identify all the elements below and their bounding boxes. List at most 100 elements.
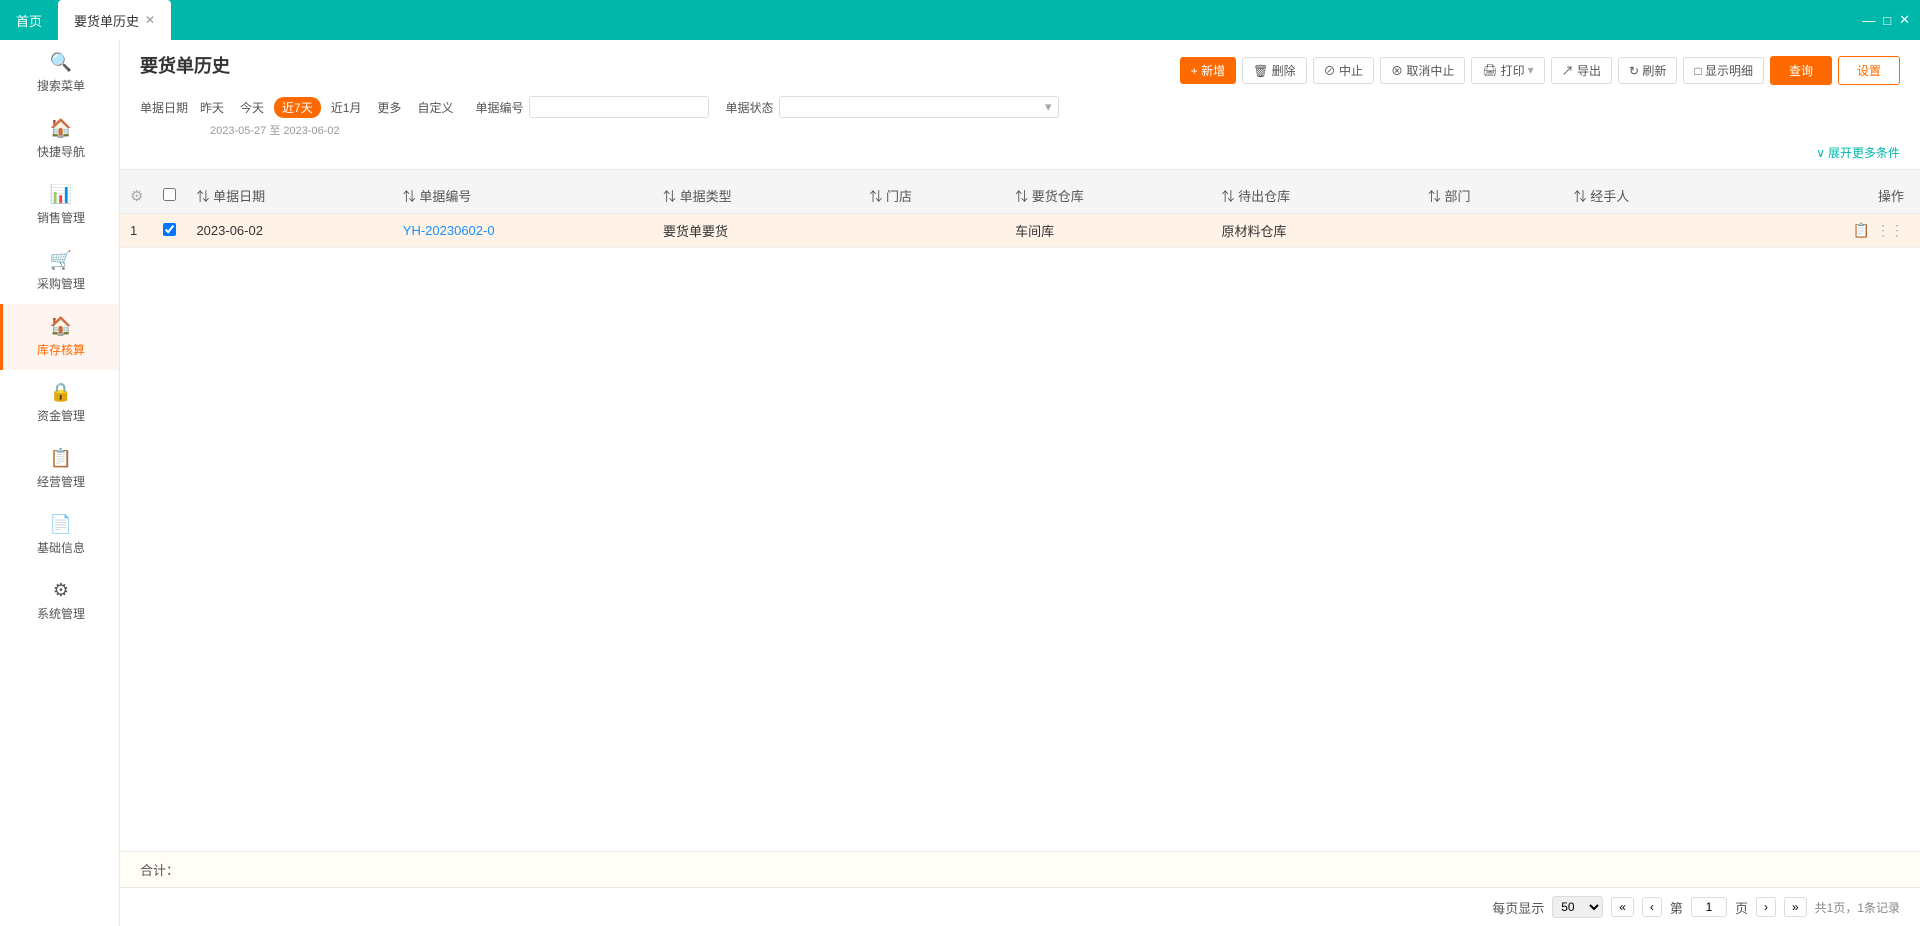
minimize-icon[interactable]: — bbox=[1862, 13, 1875, 28]
sidebar-item-system-mgmt-label: 系统管理 bbox=[37, 605, 85, 622]
sidebar-item-system-mgmt[interactable]: ⚙ 系统管理 bbox=[0, 568, 119, 634]
row-index: 1 bbox=[120, 214, 153, 248]
row-handler bbox=[1564, 214, 1740, 248]
settings-button[interactable]: 设置 bbox=[1838, 56, 1900, 85]
print-button[interactable]: 🖨 查询 打印 ▾ bbox=[1471, 57, 1544, 84]
sidebar-item-finance-mgmt[interactable]: 🔒 资金管理 bbox=[0, 370, 119, 436]
col-bill-no-label: ⇅ 单据编号 bbox=[403, 189, 472, 204]
col-date-label: ⇅ 单据日期 bbox=[196, 189, 265, 204]
sidebar-item-purchase-mgmt-label: 采购管理 bbox=[37, 275, 85, 292]
sidebar-item-ops-mgmt[interactable]: 📋 经营管理 bbox=[0, 436, 119, 502]
bill-no-input[interactable] bbox=[529, 96, 709, 118]
col-handler-label: ⇅ 经手人 bbox=[1574, 189, 1630, 204]
row-store bbox=[859, 214, 1005, 248]
status-input[interactable] bbox=[779, 96, 1059, 118]
row-edit-icon[interactable]: 📋 bbox=[1853, 222, 1870, 239]
quick-nav-icon: 🏠 bbox=[50, 118, 72, 139]
next-page-button[interactable]: › bbox=[1756, 897, 1776, 917]
col-checkbox-header bbox=[153, 178, 186, 214]
table-row: 1 2023-06-02 YH-20230602-0 要货单要货 车间库 原材料… bbox=[120, 214, 1920, 248]
date-filter-label: 单据日期 bbox=[140, 99, 188, 116]
table-header-row: ⚙ ⇅ 单据日期 ⇅ 单据编号 ⇅ 单据类型 bbox=[120, 178, 1920, 214]
tab-purchase-history-label: 要货单历史 bbox=[74, 11, 139, 30]
sidebar-item-basic-info[interactable]: 📄 基础信息 bbox=[0, 502, 119, 568]
sidebar-item-purchase-mgmt[interactable]: 🛒 采购管理 bbox=[0, 238, 119, 304]
total-info: 共1页，1条记录 bbox=[1815, 899, 1900, 916]
select-all-checkbox[interactable] bbox=[163, 188, 176, 201]
page-size-select[interactable]: 50 10 20 100 bbox=[1552, 896, 1603, 918]
sidebar-item-ops-mgmt-label: 经营管理 bbox=[37, 473, 85, 490]
export-button[interactable]: ↗ 导出 bbox=[1551, 57, 1612, 84]
page-number-input[interactable] bbox=[1691, 897, 1727, 917]
col-store-label: ⇅ 门店 bbox=[869, 189, 912, 204]
page-header: 要货单历史 + 新增 🗑 删除 ⊘ 中止 ⊗ 取消中止 🖨 查询 打印 ▾ ↗ … bbox=[120, 40, 1920, 170]
bill-no-link[interactable]: YH-20230602-0 bbox=[403, 223, 495, 238]
sum-label: 合计： bbox=[140, 860, 179, 879]
display-detail-button[interactable]: □ 显示明细 bbox=[1683, 57, 1764, 84]
sidebar-item-sales-mgmt-label: 销售管理 bbox=[37, 209, 85, 226]
sidebar-item-inventory[interactable]: 🏠 库存核算 bbox=[0, 304, 119, 370]
sales-mgmt-icon: 📊 bbox=[50, 184, 72, 205]
col-settings: ⚙ bbox=[120, 178, 153, 214]
expand-label: 展开更多条件 bbox=[1828, 144, 1900, 161]
row-department bbox=[1418, 214, 1564, 248]
date-btn-custom[interactable]: 自定义 bbox=[411, 97, 459, 118]
date-btn-last1month[interactable]: 近1月 bbox=[325, 97, 368, 118]
row-actions: 📋 ⋮⋮ bbox=[1740, 214, 1920, 248]
new-button[interactable]: + 新增 bbox=[1180, 57, 1236, 84]
stop-button[interactable]: ⊘ 中止 bbox=[1313, 57, 1374, 84]
date-btn-more[interactable]: 更多 bbox=[371, 97, 407, 118]
row-bill-no[interactable]: YH-20230602-0 bbox=[393, 214, 653, 248]
date-btn-today[interactable]: 今天 bbox=[234, 97, 270, 118]
window-controls: — □ ✕ bbox=[1862, 12, 1920, 28]
sidebar-item-sales-mgmt[interactable]: 📊 销售管理 bbox=[0, 172, 119, 238]
row-req-warehouse: 车间库 bbox=[1005, 214, 1211, 248]
col-department: ⇅ 部门 bbox=[1418, 178, 1564, 214]
row-more-icon[interactable]: ⋮⋮ bbox=[1876, 222, 1904, 239]
date-filter-group: 单据日期 昨天 今天 近7天 近1月 更多 自定义 bbox=[140, 97, 459, 118]
query-button[interactable]: 查询 bbox=[1770, 56, 1832, 85]
prev-page-button[interactable]: ‹ bbox=[1642, 897, 1662, 917]
delete-button[interactable]: 🗑 删除 bbox=[1242, 57, 1307, 84]
close-tab-icon[interactable]: ✕ bbox=[145, 13, 155, 27]
table-area: ⚙ ⇅ 单据日期 ⇅ 单据编号 ⇅ 单据类型 bbox=[120, 178, 1920, 851]
date-btn-last7[interactable]: 近7天 bbox=[274, 97, 321, 118]
toolbar: + 新增 🗑 删除 ⊘ 中止 ⊗ 取消中止 🖨 查询 打印 ▾ ↗ 导出 ↻ 刷… bbox=[1180, 56, 1900, 85]
column-settings-icon[interactable]: ⚙ bbox=[130, 188, 143, 205]
maximize-icon[interactable]: □ bbox=[1883, 13, 1891, 28]
col-bill-type-label: ⇅ 单据类型 bbox=[663, 189, 732, 204]
tab-home[interactable]: 首页 bbox=[0, 0, 58, 40]
date-range-display: 2023-05-27 至 2023-06-02 bbox=[140, 122, 1900, 138]
expand-row: ∨ 展开更多条件 bbox=[140, 144, 1900, 161]
data-table: ⚙ ⇅ 单据日期 ⇅ 单据编号 ⇅ 单据类型 bbox=[120, 178, 1920, 248]
col-action: 操作 bbox=[1740, 178, 1920, 214]
date-btn-yesterday[interactable]: 昨天 bbox=[194, 97, 230, 118]
purchase-mgmt-icon: 🛒 bbox=[50, 250, 72, 271]
refresh-button[interactable]: ↻ 刷新 bbox=[1618, 57, 1677, 84]
sidebar-item-inventory-label: 库存核算 bbox=[37, 341, 85, 358]
first-page-button[interactable]: « bbox=[1611, 897, 1634, 917]
row-pending-warehouse: 原材料仓库 bbox=[1212, 214, 1418, 248]
row-select-checkbox[interactable] bbox=[163, 223, 176, 236]
close-window-icon[interactable]: ✕ bbox=[1899, 12, 1910, 28]
sidebar-item-quick-nav[interactable]: 🏠 快捷导航 bbox=[0, 106, 119, 172]
col-handler: ⇅ 经手人 bbox=[1564, 178, 1740, 214]
pagination-bar: 每页显示 50 10 20 100 « ‹ 第 页 › » 共1页，1条记录 bbox=[120, 887, 1920, 926]
bill-no-filter-group: 单据编号 bbox=[475, 96, 709, 118]
sidebar-item-basic-info-label: 基础信息 bbox=[37, 539, 85, 556]
sidebar-item-search-menu-label: 搜索菜单 bbox=[37, 77, 85, 94]
last-page-button[interactable]: » bbox=[1784, 897, 1807, 917]
tab-home-label: 首页 bbox=[16, 11, 42, 30]
status-filter-group: 单据状态 ▾ bbox=[725, 96, 1059, 118]
tab-purchase-history[interactable]: 要货单历史 ✕ bbox=[58, 0, 171, 40]
cancel-stop-button[interactable]: ⊗ 取消中止 bbox=[1380, 57, 1465, 84]
inventory-icon: 🏠 bbox=[50, 316, 72, 337]
filter-area: 单据日期 昨天 今天 近7天 近1月 更多 自定义 单据编号 bbox=[140, 96, 1900, 161]
page-suffix: 页 bbox=[1735, 898, 1748, 917]
expand-filter-btn[interactable]: ∨ 展开更多条件 bbox=[1816, 144, 1900, 161]
filter-row-1: 单据日期 昨天 今天 近7天 近1月 更多 自定义 单据编号 bbox=[140, 96, 1900, 118]
status-label: 单据状态 bbox=[725, 99, 773, 116]
col-req-warehouse-label: ⇅ 要货仓库 bbox=[1015, 189, 1084, 204]
sidebar-item-search-menu[interactable]: 🔍 搜索菜单 bbox=[0, 40, 119, 106]
col-bill-no: ⇅ 单据编号 bbox=[393, 178, 653, 214]
